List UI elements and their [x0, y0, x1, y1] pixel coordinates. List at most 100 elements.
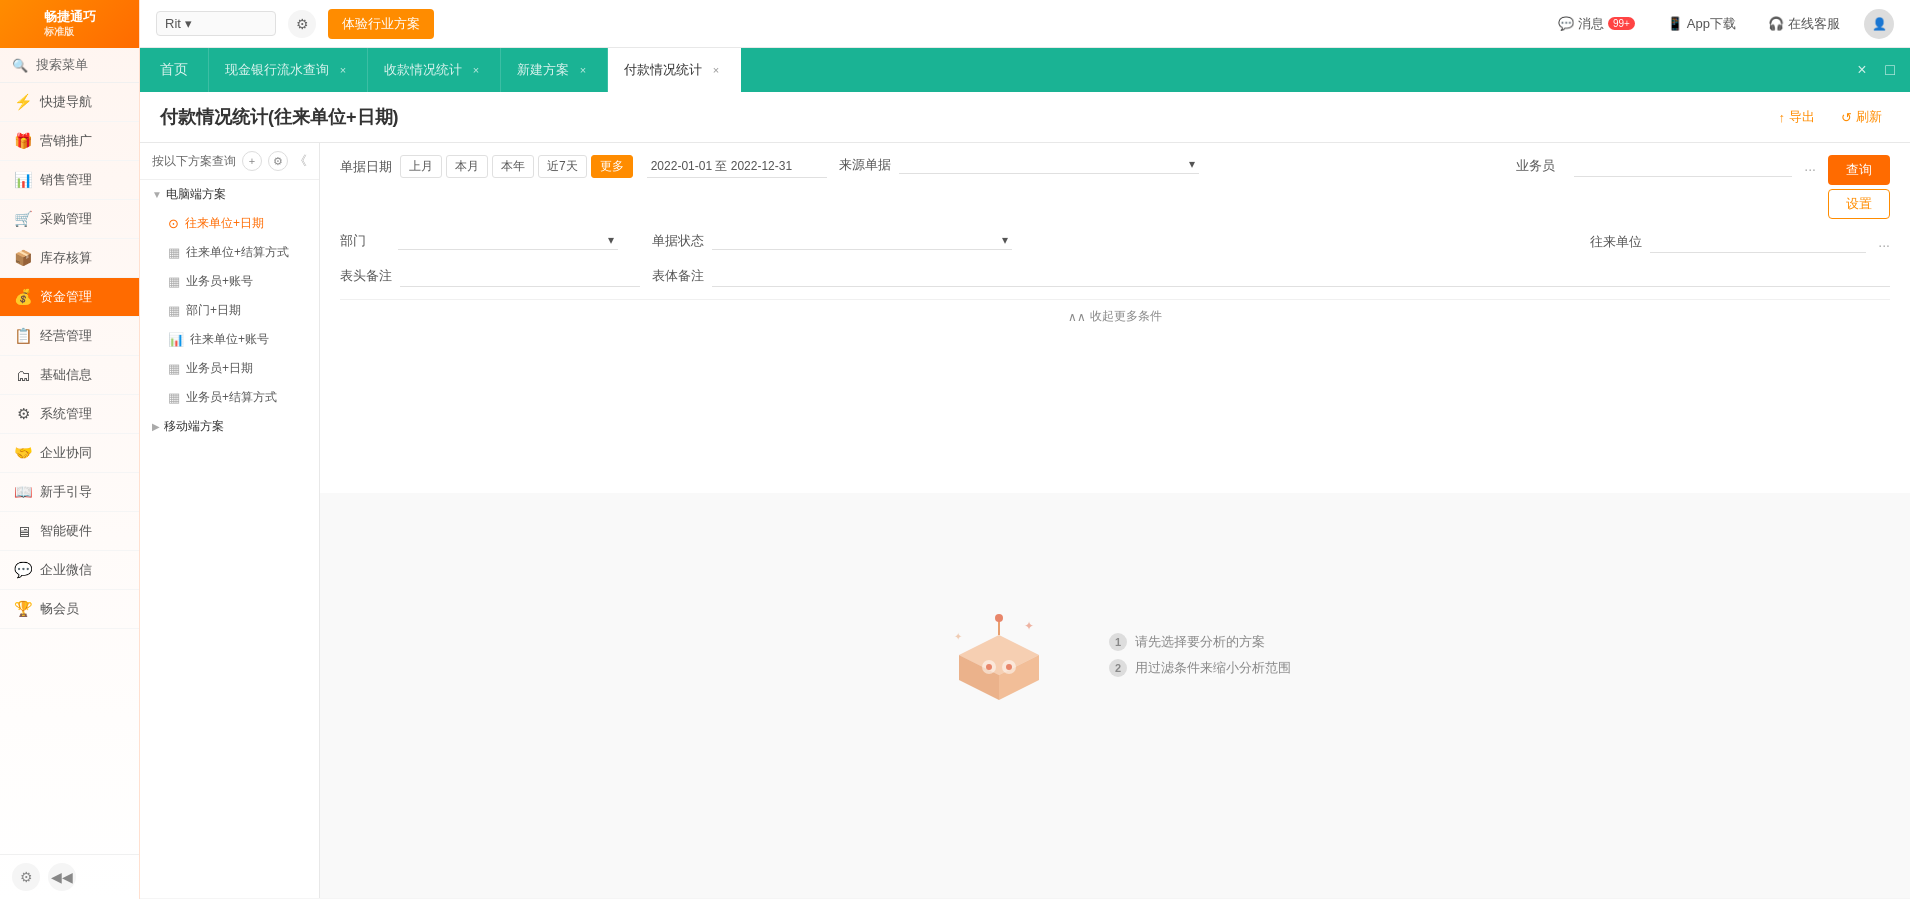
tab-label: 付款情况统计 [624, 61, 702, 79]
user-avatar[interactable]: 👤 [1864, 9, 1894, 39]
tab-close-bank[interactable]: × [335, 62, 351, 78]
query-btn[interactable]: 查询 [1828, 155, 1890, 185]
scheme-settings-btn[interactable]: ⚙ [268, 151, 288, 171]
sidebar-item-system[interactable]: ⚙系统管理 [0, 395, 139, 434]
desktop-group-label: 电脑端方案 [166, 186, 226, 203]
scheme-item-partner-settle[interactable]: ▦ 往来单位+结算方式 [140, 238, 319, 267]
staff-dots[interactable]: ... [1804, 158, 1816, 174]
refresh-btn[interactable]: ↺ 刷新 [1833, 104, 1890, 130]
scheme-item-label: 业务员+日期 [186, 360, 253, 377]
scheme-item-partner-date[interactable]: ⊙ 往来单位+日期 [140, 209, 319, 238]
scheme-group-desktop-title[interactable]: ▼ 电脑端方案 [140, 180, 319, 209]
search-icon: 🔍 [12, 58, 28, 73]
tab-home[interactable]: 首页 [140, 48, 209, 92]
header-note-input[interactable] [400, 265, 640, 287]
page-header: 付款情况统计(往来单位+日期) ↑ 导出 ↺ 刷新 [140, 92, 1910, 143]
messages-btn[interactable]: 💬 消息 99+ [1550, 11, 1643, 37]
date-btn-lastmonth[interactable]: 上月 [400, 155, 442, 178]
sales-icon: 📊 [14, 171, 32, 189]
guide-icon: 📖 [14, 483, 32, 501]
dept-dropdown-arrow: ▾ [608, 233, 614, 247]
source-select[interactable]: ▾ [899, 155, 1199, 174]
date-range-display[interactable]: 2022-01-01 至 2022-12-31 [647, 156, 827, 178]
scheme-item-partner-account[interactable]: 📊 往来单位+账号 [140, 325, 319, 354]
scheme-item-label: 业务员+账号 [186, 273, 253, 290]
collapse-more-btn[interactable]: ∧∧ 收起更多条件 [340, 299, 1890, 333]
date-btn-more[interactable]: 更多 [591, 155, 633, 178]
sidebar-item-label: 系统管理 [40, 405, 92, 423]
scheme-header-label: 按以下方案查询 [152, 153, 236, 170]
sidebar-item-basic[interactable]: 🗂基础信息 [0, 356, 139, 395]
sidebar-item-inventory[interactable]: 📦库存核算 [0, 239, 139, 278]
window-max-btn[interactable]: □ [1878, 58, 1902, 82]
tab-label: 新建方案 [517, 61, 569, 79]
sidebar-item-enterprise[interactable]: 🤝企业协同 [0, 434, 139, 473]
scheme-collapse-btn[interactable]: 《 [294, 152, 307, 170]
sidebar-item-quicknav[interactable]: ⚡快捷导航 [0, 83, 139, 122]
date-btn-7days[interactable]: 近7天 [538, 155, 587, 178]
headset-icon: 🎧 [1768, 16, 1784, 31]
inventory-icon: 📦 [14, 249, 32, 267]
try-industry-btn[interactable]: 体验行业方案 [328, 9, 434, 39]
marketing-icon: 🎁 [14, 132, 32, 150]
tab-pay_stat[interactable]: 付款情况统计 × [608, 48, 741, 92]
purchase-icon: 🛒 [14, 210, 32, 228]
sidebar-item-label: 企业微信 [40, 561, 92, 579]
tab-bank[interactable]: 现金银行流水查询× [209, 48, 368, 92]
setting-btn[interactable]: 设置 [1828, 189, 1890, 219]
filter-date-item: 单据日期 上月 本月 本年 近7天 更多 2022-01-01 至 2022-1… [340, 155, 827, 178]
window-close-btn[interactable]: × [1850, 58, 1874, 82]
dept-select[interactable]: ▾ [398, 231, 618, 250]
partner-dots[interactable]: ... [1878, 234, 1890, 250]
partner-label: 往来单位 [1590, 233, 1642, 251]
source-filter-item: 来源单据 ▾ [839, 155, 1504, 174]
refresh-icon: ↺ [1841, 110, 1852, 125]
step1-num: 1 [1109, 633, 1127, 651]
scheme-group-mobile-title[interactable]: ▶ 移动端方案 [140, 412, 319, 441]
empty-illustration: ✦ ✦ [939, 600, 1059, 710]
settings-footer-btn[interactable]: ⚙ [12, 863, 40, 891]
topbar-settings-btn[interactable]: ⚙ [288, 10, 316, 38]
page-title: 付款情况统计(往来单位+日期) [160, 105, 399, 129]
date-btn-thismonth[interactable]: 本月 [446, 155, 488, 178]
export-icon: ↑ [1779, 110, 1786, 125]
scheme-item-staff-settle[interactable]: ▦ 业务员+结算方式 [140, 383, 319, 412]
sidebar-item-marketing[interactable]: 🎁营销推广 [0, 122, 139, 161]
sidebar-item-operation[interactable]: 📋经营管理 [0, 317, 139, 356]
tab-close-payment_stat[interactable]: × [468, 62, 484, 78]
scheme-item-staff-account[interactable]: ▦ 业务员+账号 [140, 267, 319, 296]
collapse-sidebar-btn[interactable]: ◀◀ [48, 863, 76, 891]
tab-close-pay_stat[interactable]: × [708, 62, 724, 78]
add-scheme-btn[interactable]: + [242, 151, 262, 171]
app-download-btn[interactable]: 📱 App下载 [1659, 11, 1744, 37]
sidebar-item-vip[interactable]: 🏆畅会员 [0, 590, 139, 629]
company-selector[interactable]: Rit ▾ [156, 11, 276, 36]
export-btn[interactable]: ↑ 导出 [1771, 104, 1824, 130]
tab-new_scheme[interactable]: 新建方案 × [501, 48, 608, 92]
sidebar-item-finance[interactable]: 💰资金管理 [0, 278, 139, 317]
scheme-item-dept-date[interactable]: ▦ 部门+日期 [140, 296, 319, 325]
scheme-item-label: 往来单位+日期 [185, 215, 264, 232]
sidebar-item-purchase[interactable]: 🛒采购管理 [0, 200, 139, 239]
partner-input[interactable] [1650, 231, 1866, 253]
sidebar-item-hardware[interactable]: 🖥智能硬件 [0, 512, 139, 551]
app-download-label: App下载 [1687, 15, 1736, 33]
step2-num: 2 [1109, 659, 1127, 677]
sidebar-item-wechat[interactable]: 💬企业微信 [0, 551, 139, 590]
body-note-input[interactable] [712, 265, 1890, 287]
sidebar-item-guide[interactable]: 📖新手引导 [0, 473, 139, 512]
voucher-status-select[interactable]: ▾ [712, 231, 1012, 250]
staff-input[interactable] [1574, 155, 1792, 177]
scheme-item-staff-date[interactable]: ▦ 业务员+日期 [140, 354, 319, 383]
date-btn-thisyear[interactable]: 本年 [492, 155, 534, 178]
header-note-label: 表头备注 [340, 267, 392, 285]
svg-point-5 [986, 664, 992, 670]
partner-filter-item: 往来单位 ... [1590, 231, 1890, 253]
scheme-active-icon: ⊙ [168, 216, 179, 231]
online-service-btn[interactable]: 🎧 在线客服 [1760, 11, 1848, 37]
tab-payment_stat[interactable]: 收款情况统计× [368, 48, 501, 92]
logo-text: 畅捷通巧 [44, 9, 96, 25]
sidebar-item-sales[interactable]: 📊销售管理 [0, 161, 139, 200]
tab-close-new_scheme[interactable]: × [575, 62, 591, 78]
search-menu[interactable]: 🔍 搜索菜单 [0, 48, 139, 83]
